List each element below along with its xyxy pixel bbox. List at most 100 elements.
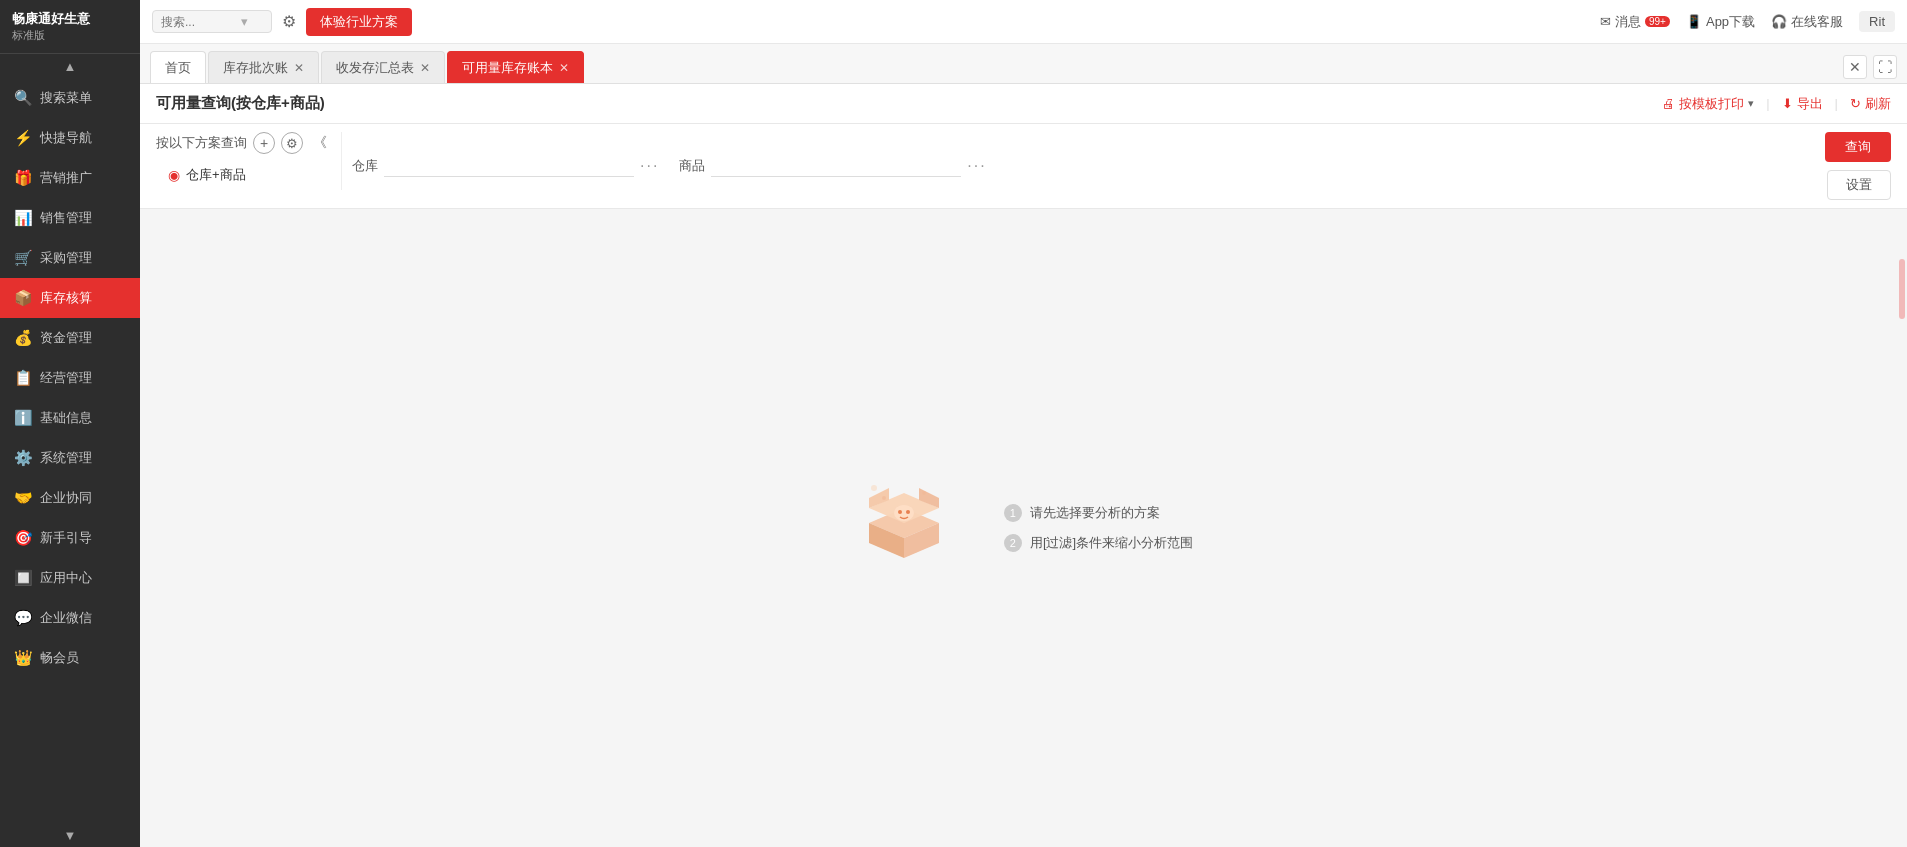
topbar-search-box[interactable]: ▾	[152, 10, 272, 33]
warehouse-filter: 仓库 ···	[352, 155, 659, 177]
tab-inventory-batch[interactable]: 库存批次账 ✕	[208, 51, 319, 83]
warehouse-more-btn[interactable]: ···	[640, 157, 659, 175]
sidebar-item-label: 应用中心	[40, 569, 92, 587]
sidebar-item-label: 畅会员	[40, 649, 79, 667]
empty-illustration	[854, 468, 974, 588]
tip-text-2: 用[过滤]条件来缩小分析范围	[1030, 534, 1193, 552]
export-btn[interactable]: ⬇ 导出	[1782, 95, 1823, 113]
sidebar-item-label: 搜索菜单	[40, 89, 92, 107]
scheme-item-label: 仓库+商品	[186, 166, 246, 184]
tab-close-icon[interactable]: ✕	[294, 61, 304, 75]
tab-bar: 首页 库存批次账 ✕ 收发存汇总表 ✕ 可用量库存账本 ✕ ✕ ⛶	[140, 44, 1907, 84]
search-dropdown-icon[interactable]: ▾	[241, 14, 248, 29]
expand-tab-btn[interactable]: ⛶	[1873, 55, 1897, 79]
sidebar-item-label: 营销推广	[40, 169, 92, 187]
scheme-label: 按以下方案查询	[156, 134, 247, 152]
search-input[interactable]	[161, 15, 241, 29]
app-download-btn[interactable]: 📱 App下载	[1686, 13, 1755, 31]
sidebar-item-member[interactable]: 👑 畅会员	[0, 638, 140, 678]
user-menu[interactable]: Rit	[1859, 11, 1895, 32]
gear-icon[interactable]: ⚙	[282, 12, 296, 31]
sidebar-item-system[interactable]: ⚙️ 系统管理	[0, 438, 140, 478]
tab-available-inventory-label: 可用量库存账本	[462, 59, 553, 77]
settings-btn[interactable]: 设置	[1827, 170, 1891, 200]
tab-close-icon[interactable]: ✕	[420, 61, 430, 75]
newguide-icon: 🎯	[14, 529, 32, 547]
sidebar-item-operations[interactable]: 📋 经营管理	[0, 358, 140, 398]
tip-num-1: 1	[1004, 504, 1022, 522]
sidebar-item-label: 企业协同	[40, 489, 92, 507]
tab-home-label: 首页	[165, 59, 191, 77]
warehouse-input[interactable]	[384, 155, 634, 177]
scheme-settings-btn[interactable]: ⚙	[281, 132, 303, 154]
message-btn[interactable]: ✉ 消息 99+	[1600, 13, 1670, 31]
tab-home[interactable]: 首页	[150, 51, 206, 83]
sidebar-item-enterprise[interactable]: 🤝 企业协同	[0, 478, 140, 518]
close-tab-btn[interactable]: ✕	[1843, 55, 1867, 79]
sidebar-item-inventory[interactable]: 📦 库存核算	[0, 278, 140, 318]
goods-more-btn[interactable]: ···	[967, 157, 986, 175]
app-version: 标准版	[12, 28, 128, 43]
sidebar-item-label: 快捷导航	[40, 129, 92, 147]
scroll-down-arrow[interactable]: ▼	[0, 823, 140, 847]
basicinfo-icon: ℹ️	[14, 409, 32, 427]
sidebar-item-label: 资金管理	[40, 329, 92, 347]
sidebar-item-wechat[interactable]: 💬 企业微信	[0, 598, 140, 638]
scheme-warehouse-goods[interactable]: ◉ 仓库+商品	[156, 160, 331, 190]
print-btn[interactable]: 🖨 按模板打印 ▾	[1662, 95, 1754, 113]
sidebar-item-sales[interactable]: 📊 销售管理	[0, 198, 140, 238]
sidebar-item-appcenter[interactable]: 🔲 应用中心	[0, 558, 140, 598]
quicknav-icon: ⚡	[14, 129, 32, 147]
tab-stock-summary[interactable]: 收发存汇总表 ✕	[321, 51, 445, 83]
tab-close-icon[interactable]: ✕	[559, 61, 569, 75]
refresh-btn[interactable]: ↻ 刷新	[1850, 95, 1891, 113]
sidebar-item-search[interactable]: 🔍 搜索菜单	[0, 78, 140, 118]
print-label: 按模板打印	[1679, 95, 1744, 113]
scheme-collapse-btn[interactable]: 《	[309, 134, 331, 152]
query-area: 按以下方案查询 + ⚙ 《 ◉ 仓库+商品 仓库 ··· 商品	[140, 124, 1907, 209]
print-dropdown-arrow[interactable]: ▾	[1748, 97, 1754, 110]
sidebar-item-purchase[interactable]: 🛒 采购管理	[0, 238, 140, 278]
message-icon: ✉	[1600, 14, 1611, 29]
goods-input[interactable]	[711, 155, 961, 177]
query-btn[interactable]: 查询	[1825, 132, 1891, 162]
sales-icon: 📊	[14, 209, 32, 227]
message-label: 消息	[1615, 13, 1641, 31]
trial-btn[interactable]: 体验行业方案	[306, 8, 412, 36]
purchase-icon: 🛒	[14, 249, 32, 267]
tab-inventory-batch-label: 库存批次账	[223, 59, 288, 77]
search-icon: 🔍	[14, 89, 32, 107]
tab-available-inventory[interactable]: 可用量库存账本 ✕	[447, 51, 584, 83]
sidebar-item-newguide[interactable]: 🎯 新手引导	[0, 518, 140, 558]
sidebar-item-label: 经营管理	[40, 369, 92, 387]
export-icon: ⬇	[1782, 96, 1793, 111]
wechat-icon: 💬	[14, 609, 32, 627]
tip-item-2: 2 用[过滤]条件来缩小分析范围	[1004, 534, 1193, 552]
app-name: 畅康通好生意	[12, 10, 128, 28]
scheme-header: 按以下方案查询 + ⚙ 《	[156, 132, 331, 154]
phone-icon: 📱	[1686, 14, 1702, 29]
tabs-controls: ✕ ⛶	[1843, 55, 1897, 83]
svg-point-9	[882, 496, 886, 500]
sidebar-item-marketing[interactable]: 🎁 营销推广	[0, 158, 140, 198]
empty-tips: 1 请先选择要分析的方案 2 用[过滤]条件来缩小分析范围	[1004, 504, 1193, 552]
content-header: 可用量查询(按仓库+商品) 🖨 按模板打印 ▾ | ⬇ 导出 | ↻ 刷新	[140, 84, 1907, 124]
goods-label: 商品	[679, 157, 705, 175]
sidebar-item-label: 基础信息	[40, 409, 92, 427]
online-service-label: 在线客服	[1791, 13, 1843, 31]
sidebar-item-quicknav[interactable]: ⚡ 快捷导航	[0, 118, 140, 158]
online-service-btn[interactable]: 🎧 在线客服	[1771, 13, 1843, 31]
marketing-icon: 🎁	[14, 169, 32, 187]
separator: |	[1766, 96, 1769, 111]
sidebar-item-label: 系统管理	[40, 449, 92, 467]
sidebar-item-label: 新手引导	[40, 529, 92, 547]
refresh-icon: ↻	[1850, 96, 1861, 111]
sidebar-nav: 🔍 搜索菜单 ⚡ 快捷导航 🎁 营销推广 📊 销售管理 🛒 采购管理 📦 库存核…	[0, 78, 140, 823]
sidebar-item-basicinfo[interactable]: ℹ️ 基础信息	[0, 398, 140, 438]
sidebar-item-finance[interactable]: 💰 资金管理	[0, 318, 140, 358]
header-actions: 🖨 按模板打印 ▾ | ⬇ 导出 | ↻ 刷新	[1662, 95, 1891, 113]
content-body: 1 请先选择要分析的方案 2 用[过滤]条件来缩小分析范围	[140, 209, 1907, 847]
scheme-add-btn[interactable]: +	[253, 132, 275, 154]
scroll-up-arrow[interactable]: ▲	[0, 54, 140, 78]
sidebar-item-label: 销售管理	[40, 209, 92, 227]
